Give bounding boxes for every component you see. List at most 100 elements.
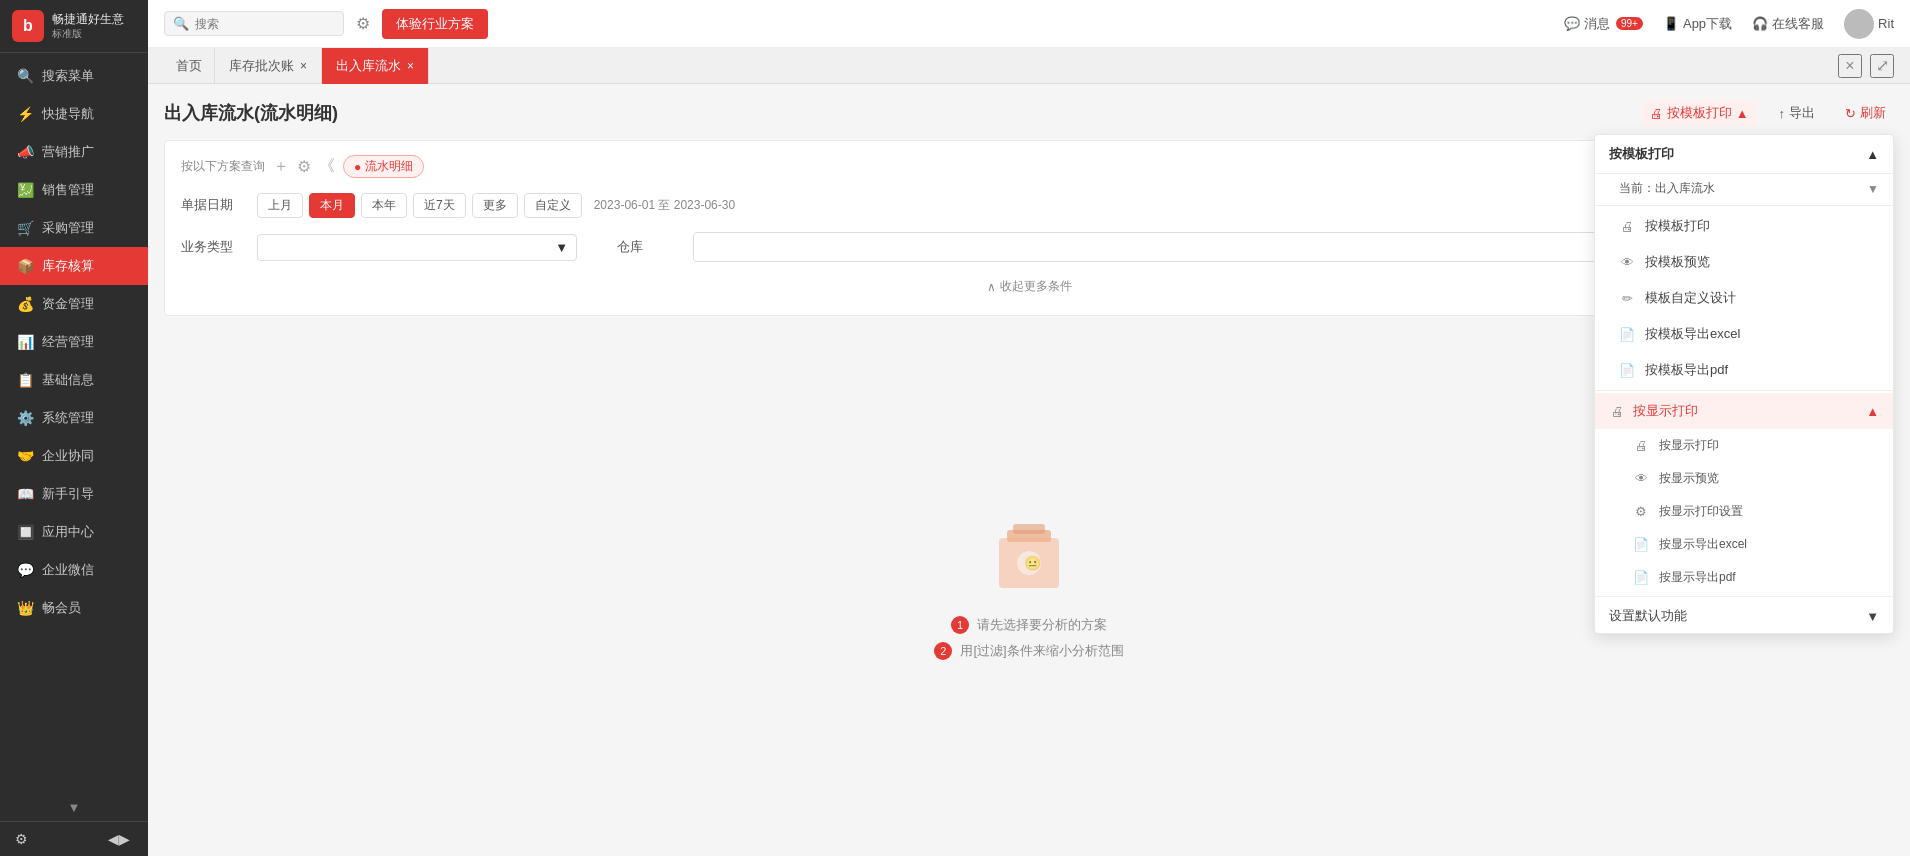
chevron-up-icon: ∧ [987, 280, 996, 294]
topbar-gear-icon[interactable]: ⚙ [356, 14, 370, 33]
dropdown-item-display-preview[interactable]: 👁 按显示预览 [1595, 462, 1893, 495]
filter-tag[interactable]: ● 流水明细 [343, 155, 424, 178]
industry-solution-button[interactable]: 体验行业方案 [382, 9, 488, 39]
sidebar-item-cooperation-label: 企业协同 [42, 447, 94, 465]
topbar-app-download[interactable]: 📱 App下载 [1663, 15, 1732, 33]
tab-inventory-flow[interactable]: 出入库流水 × [322, 48, 429, 84]
marketing-nav-icon: 📣 [16, 143, 34, 161]
dropdown-item-template-preview[interactable]: 👁 按模板预览 [1595, 244, 1893, 280]
sidebar-item-operation-label: 经营管理 [42, 333, 94, 351]
basic-nav-icon: 📋 [16, 371, 34, 389]
date-btn-this-month[interactable]: 本月 [309, 193, 355, 218]
message-badge: 99+ [1616, 17, 1643, 30]
page-content: 出入库流水(流水明细) 🖨 按模板打印 ▲ ↑ 导出 ↻ 刷新 [148, 84, 1910, 856]
finance-nav-icon: 💰 [16, 295, 34, 313]
sales-nav-icon: 💹 [16, 181, 34, 199]
sidebar-scroll-down[interactable]: ▼ [0, 794, 148, 821]
date-btn-this-year[interactable]: 本年 [361, 193, 407, 218]
sidebar-item-basic[interactable]: 📋 基础信息 [0, 361, 148, 399]
filter-type-label: 业务类型 [181, 238, 241, 256]
date-btn-7days[interactable]: 近7天 [413, 193, 466, 218]
date-btn-last-month[interactable]: 上月 [257, 193, 303, 218]
tab-inventory-batch[interactable]: 库存批次账 × [215, 48, 322, 84]
dropdown-item-display-excel-label: 按显示导出excel [1659, 536, 1747, 553]
empty-state-illustration: 😐 [979, 508, 1079, 608]
tab-minimize-button[interactable]: × [1838, 54, 1862, 78]
dropdown-item-display-print-settings[interactable]: ⚙ 按显示打印设置 [1595, 495, 1893, 528]
filter-settings-icon[interactable]: ⚙ [297, 157, 311, 176]
filter-tag-label: 流水明细 [365, 158, 413, 175]
dropdown-divider-2 [1595, 390, 1893, 391]
topbar-user[interactable]: Rit [1844, 9, 1894, 39]
preview-template-icon: 👁 [1619, 254, 1635, 270]
tab-maximize-button[interactable]: ⤢ [1870, 54, 1894, 78]
topbar-search-icon: 🔍 [173, 16, 189, 31]
tab-inventory-flow-close[interactable]: × [407, 60, 414, 72]
dropdown-current-text: 当前：出入库流水 [1619, 180, 1715, 197]
sidebar-item-purchase[interactable]: 🛒 采购管理 [0, 209, 148, 247]
dropdown-item-display-print-settings-label: 按显示打印设置 [1659, 503, 1743, 520]
export-label: 导出 [1789, 104, 1815, 122]
template-print-arrow-icon: ▲ [1736, 106, 1749, 121]
message-icon: 💬 [1564, 16, 1580, 31]
topbar-search-box[interactable]: 🔍 [164, 11, 344, 36]
date-btn-custom[interactable]: 自定义 [524, 193, 582, 218]
filter-collapse-icon[interactable]: 《 [319, 156, 335, 177]
cooperation-nav-icon: 🤝 [16, 447, 34, 465]
pdf-display-icon: 📄 [1633, 570, 1649, 586]
member-nav-icon: 👑 [16, 599, 34, 617]
sidebar-item-marketing[interactable]: 📣 营销推广 [0, 133, 148, 171]
operation-nav-icon: 📊 [16, 333, 34, 351]
sidebar-collapse-icon[interactable]: ◀▶ [110, 830, 128, 848]
dropdown-item-display-excel[interactable]: 📄 按显示导出excel [1595, 528, 1893, 561]
sidebar-item-sales[interactable]: 💹 销售管理 [0, 171, 148, 209]
sidebar-item-quick[interactable]: ⚡ 快捷导航 [0, 95, 148, 133]
appstore-nav-icon: 🔲 [16, 523, 34, 541]
sidebar-item-system[interactable]: ⚙️ 系统管理 [0, 399, 148, 437]
system-nav-icon: ⚙️ [16, 409, 34, 427]
sidebar-settings-icon[interactable]: ⚙ [12, 830, 30, 848]
dropdown-item-display-pdf[interactable]: 📄 按显示导出pdf [1595, 561, 1893, 594]
design-template-icon: ✏ [1619, 290, 1635, 306]
printer-display-sub-icon: 🖨 [1633, 438, 1649, 454]
sidebar-item-member[interactable]: 👑 畅会员 [0, 589, 148, 627]
sidebar-item-wechat[interactable]: 💬 企业微信 [0, 551, 148, 589]
online-service-label: 在线客服 [1772, 15, 1824, 33]
topbar-search-input[interactable] [195, 17, 325, 31]
dropdown-item-template-print[interactable]: 🖨 按模板打印 [1595, 208, 1893, 244]
template-print-button[interactable]: 🖨 按模板打印 ▲ [1642, 100, 1757, 126]
sidebar-item-appstore[interactable]: 🔲 应用中心 [0, 513, 148, 551]
sidebar-item-search[interactable]: 🔍 搜索菜单 [0, 57, 148, 95]
dropdown-item-display-print[interactable]: 🖨 按显示打印 [1595, 429, 1893, 462]
sidebar-item-finance[interactable]: 💰 资金管理 [0, 285, 148, 323]
export-icon: ↑ [1779, 106, 1786, 121]
dropdown-item-template-excel[interactable]: 📄 按模板导出excel [1595, 316, 1893, 352]
topbar-online-service[interactable]: 🎧 在线客服 [1752, 15, 1824, 33]
dropdown-current-more-icon[interactable]: ▼ [1867, 182, 1879, 196]
dropdown-set-default-row[interactable]: 设置默认功能 ▼ [1595, 599, 1893, 633]
filter-type-select[interactable]: ▼ [257, 234, 577, 261]
sidebar-item-inventory[interactable]: 📦 库存核算 [0, 247, 148, 285]
step1-number: 1 [951, 616, 969, 634]
tab-home[interactable]: 首页 [164, 48, 215, 84]
date-btn-more[interactable]: 更多 [472, 193, 518, 218]
dropdown-item-template-pdf[interactable]: 📄 按模板导出pdf [1595, 352, 1893, 388]
app-name: 畅捷通好生意 [52, 11, 124, 28]
sidebar-item-cooperation[interactable]: 🤝 企业协同 [0, 437, 148, 475]
dropdown-up-icon[interactable]: ▲ [1866, 147, 1879, 162]
printer-template-icon: 🖨 [1619, 218, 1635, 234]
dropdown-display-group-label: 按显示打印 [1633, 402, 1698, 420]
sidebar-item-guide[interactable]: 📖 新手引导 [0, 475, 148, 513]
topbar-message[interactable]: 💬 消息 99+ [1564, 15, 1643, 33]
dropdown-item-template-design[interactable]: ✏ 模板自定义设计 [1595, 280, 1893, 316]
step1-text: 请先选择要分析的方案 [977, 616, 1107, 634]
sidebar-item-operation[interactable]: 📊 经营管理 [0, 323, 148, 361]
export-button[interactable]: ↑ 导出 [1771, 100, 1824, 126]
purchase-nav-icon: 🛒 [16, 219, 34, 237]
tab-inventory-batch-label: 库存批次账 [229, 57, 294, 75]
tab-inventory-batch-close[interactable]: × [300, 60, 307, 72]
sidebar-item-purchase-label: 采购管理 [42, 219, 94, 237]
filter-add-button[interactable]: ＋ [273, 156, 289, 177]
dropdown-display-group-header[interactable]: 🖨 按显示打印 ▲ [1595, 393, 1893, 429]
refresh-button[interactable]: ↻ 刷新 [1837, 100, 1894, 126]
